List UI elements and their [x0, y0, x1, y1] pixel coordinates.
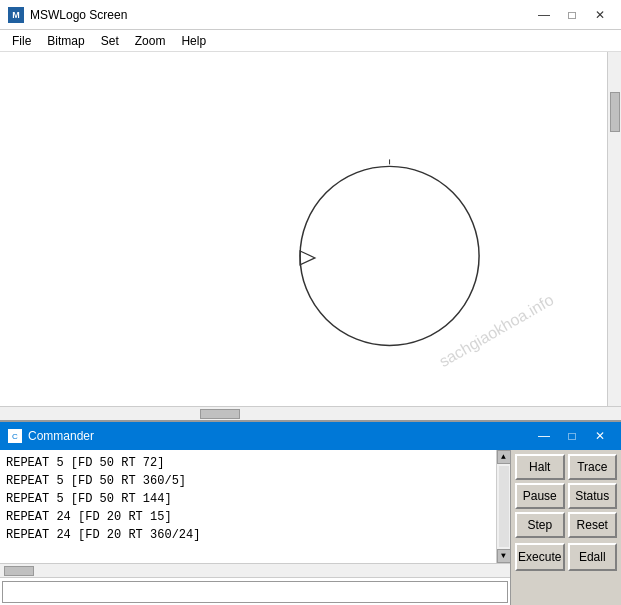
commander-body: REPEAT 5 [FD 50 RT 72] REPEAT 5 [FD 50 R…: [0, 450, 621, 605]
horizontal-scrollbar[interactable]: [0, 406, 621, 420]
commander-close-button[interactable]: ✕: [587, 425, 613, 447]
scroll-down-arrow[interactable]: ▼: [497, 549, 511, 563]
window-title: MSWLogo Screen: [30, 8, 127, 22]
pause-button[interactable]: Pause: [515, 483, 565, 509]
commander-icon: C: [8, 429, 22, 443]
scroll-thumb-horizontal[interactable]: [200, 409, 240, 419]
commander-maximize-button[interactable]: □: [559, 425, 585, 447]
bottom-btn-row: Execute Edall: [515, 543, 617, 571]
btn-row-3: Step Reset: [515, 512, 617, 538]
edall-button[interactable]: Edall: [568, 543, 618, 571]
output-scrollbar[interactable]: ▲ ▼: [496, 450, 510, 563]
maximize-button[interactable]: □: [559, 4, 585, 26]
close-button[interactable]: ✕: [587, 4, 613, 26]
title-bar-left: M MSWLogo Screen: [8, 7, 127, 23]
menu-file[interactable]: File: [4, 32, 39, 50]
commander-input[interactable]: [2, 581, 508, 603]
output-line-1: REPEAT 5 [FD 50 RT 72]: [6, 454, 504, 472]
execute-button[interactable]: Execute: [515, 543, 565, 571]
btn-row-1: Halt Trace: [515, 454, 617, 480]
btn-row-2: Pause Status: [515, 483, 617, 509]
commander-input-row: [0, 577, 510, 605]
svg-marker-1: [300, 251, 315, 265]
output-line-5: REPEAT 24 [FD 20 RT 360/24]: [6, 526, 504, 544]
commander-left: REPEAT 5 [FD 50 RT 72] REPEAT 5 [FD 50 R…: [0, 450, 511, 605]
commander-panel: C Commander — □ ✕ REPEAT 5 [FD 50 RT 72]…: [0, 422, 621, 605]
commander-minimize-button[interactable]: —: [531, 425, 557, 447]
output-line-4: REPEAT 24 [FD 20 RT 15]: [6, 508, 504, 526]
commander-hscroll[interactable]: [0, 563, 510, 577]
scroll-thumb-vertical[interactable]: [610, 92, 620, 132]
app-icon: M: [8, 7, 24, 23]
commander-output: REPEAT 5 [FD 50 RT 72] REPEAT 5 [FD 50 R…: [0, 450, 510, 563]
app-icon-label: M: [12, 10, 20, 20]
menu-bar: File Bitmap Set Zoom Help: [0, 30, 621, 52]
vertical-scrollbar[interactable]: [607, 52, 621, 420]
output-line-3: REPEAT 5 [FD 50 RT 144]: [6, 490, 504, 508]
hscroll-thumb[interactable]: [4, 566, 34, 576]
menu-set[interactable]: Set: [93, 32, 127, 50]
reset-button[interactable]: Reset: [568, 512, 618, 538]
canvas-area: sachgiaokhoa.info: [0, 52, 621, 422]
svg-point-0: [300, 166, 479, 345]
commander-controls: — □ ✕: [531, 425, 613, 447]
commander-title-bar: C Commander — □ ✕: [0, 422, 621, 450]
title-bar: M MSWLogo Screen — □ ✕: [0, 0, 621, 30]
commander-right: Halt Trace Pause Status Step Reset Execu…: [511, 450, 621, 605]
output-line-2: REPEAT 5 [FD 50 RT 360/5]: [6, 472, 504, 490]
title-bar-controls: — □ ✕: [531, 4, 613, 26]
commander-title: Commander: [28, 429, 94, 443]
trace-button[interactable]: Trace: [568, 454, 618, 480]
scroll-track[interactable]: [499, 466, 509, 547]
status-button[interactable]: Status: [568, 483, 618, 509]
minimize-button[interactable]: —: [531, 4, 557, 26]
halt-button[interactable]: Halt: [515, 454, 565, 480]
menu-help[interactable]: Help: [173, 32, 214, 50]
commander-title-left: C Commander: [8, 429, 94, 443]
drawing-canvas: [0, 52, 621, 420]
scroll-up-arrow[interactable]: ▲: [497, 450, 511, 464]
menu-zoom[interactable]: Zoom: [127, 32, 174, 50]
menu-bitmap[interactable]: Bitmap: [39, 32, 92, 50]
step-button[interactable]: Step: [515, 512, 565, 538]
